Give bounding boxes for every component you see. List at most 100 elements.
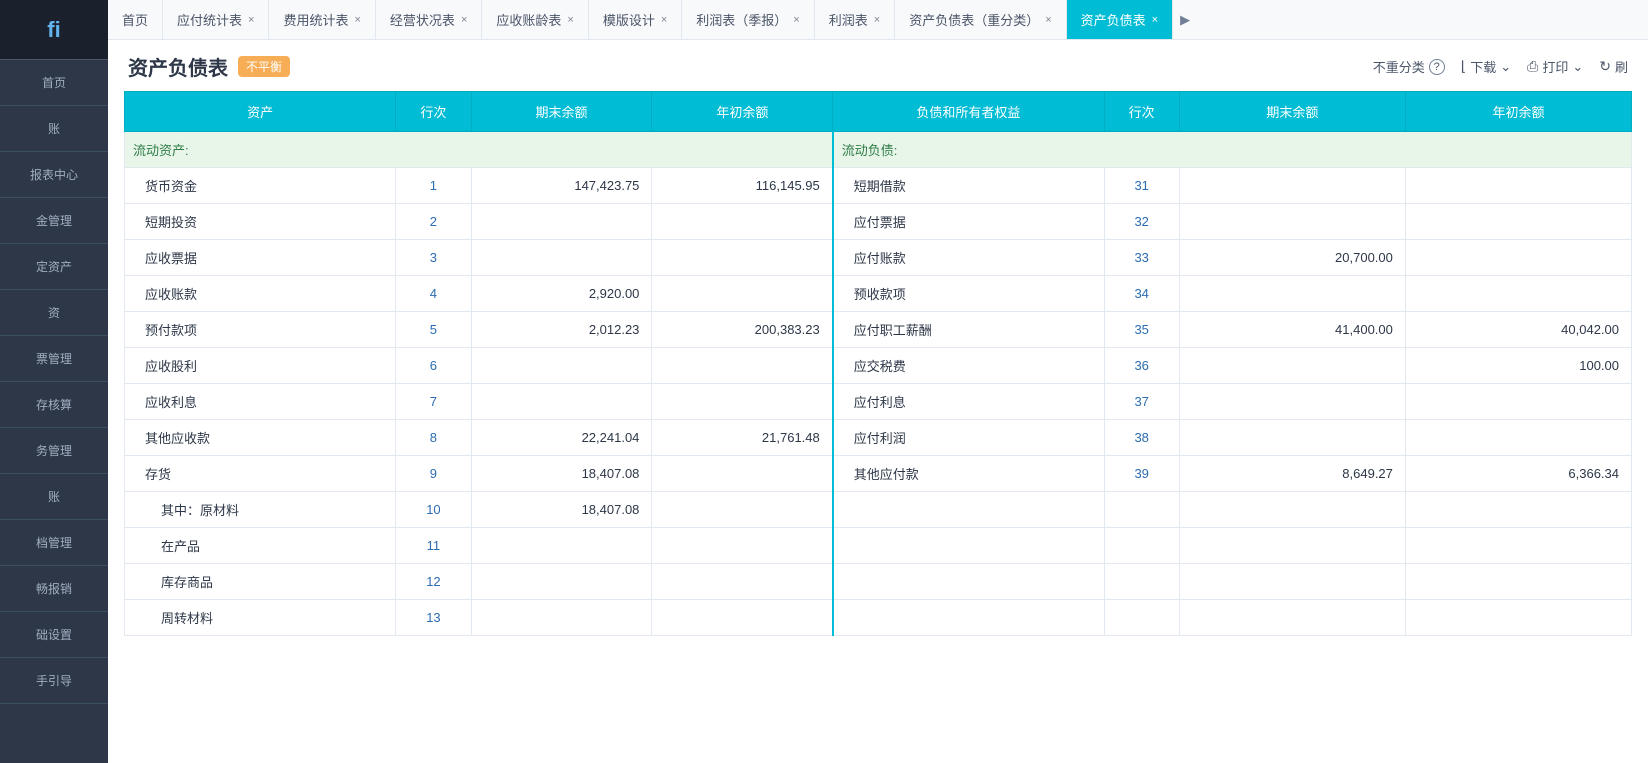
tab-payable-stat[interactable]: 应付统计表 × [163,0,269,40]
tab-expense-stat-close[interactable]: × [354,14,360,26]
tab-balance-reclassified[interactable]: 资产负债表（重分类） × [895,0,1066,40]
page-content: 资产负债表 不平衡 不重分类 ? ⌊ 下载 ⌄ ⎙ 打印 ⌄ [108,40,1648,763]
cell-year-bal [652,528,833,564]
sidebar-item-expense[interactable]: 畅报销 [0,566,108,612]
no-reclassify-action[interactable]: 不重分类 ? [1373,57,1445,76]
help-icon[interactable]: ? [1429,59,1445,75]
table-row: 应收票据 3 应付账款 33 20,700.00 [125,240,1632,276]
cell-row-no2 [1104,600,1179,636]
cell-asset: 在产品 [125,528,396,564]
sidebar-item-ticket-mgmt[interactable]: 票管理 [0,336,108,382]
cell-year-bal [652,348,833,384]
cell-year-bal2 [1405,564,1631,600]
header-actions: 不重分类 ? ⌊ 下载 ⌄ ⎙ 打印 ⌄ ↻ 刷 [1373,57,1628,76]
main-area: 首页 应付统计表 × 费用统计表 × 经营状况表 × 应收账龄表 × 模版设计 … [108,0,1648,763]
tab-template-design[interactable]: 模版设计 × [589,0,682,40]
sidebar-item-fixed-assets[interactable]: 定资产 [0,244,108,290]
cell-end-bal2 [1179,492,1405,528]
th-year-start-balance: 年初余额 [652,92,833,132]
cell-year-bal2 [1405,600,1631,636]
sidebar-item-guide[interactable]: 手引导 [0,658,108,704]
table-row: 在产品 11 [125,528,1632,564]
tab-template-design-close[interactable]: × [661,14,667,26]
cell-year-bal2: 40,042.00 [1405,312,1631,348]
sidebar-item-capital[interactable]: 资 [0,290,108,336]
th-end-balance2: 期末余额 [1179,92,1405,132]
sidebar-item-account[interactable]: 账 [0,106,108,152]
tab-profit[interactable]: 利润表 × [815,0,895,40]
cell-liability [833,564,1104,600]
tab-operations-close[interactable]: × [461,14,467,26]
download-action[interactable]: ⌊ 下载 ⌄ [1461,57,1511,76]
sidebar-item-settings[interactable]: 础设置 [0,612,108,658]
th-end-balance: 期末余额 [471,92,652,132]
table-row: 货币资金 1 147,423.75 116,145.95 短期借款 31 [125,168,1632,204]
tab-receivable-aging[interactable]: 应收账龄表 × [482,0,588,40]
cell-row-no2: 31 [1104,168,1179,204]
tab-profit-close[interactable]: × [874,14,880,26]
tab-expense-stat[interactable]: 费用统计表 × [269,0,375,40]
th-year-start-balance2: 年初余额 [1405,92,1631,132]
print-action[interactable]: ⎙ 打印 ⌄ [1527,57,1583,76]
sidebar: fi 首页 账 报表中心 金管理 定资产 资 票管理 存核算 务管理 账 档管理… [0,0,108,763]
tab-balance-sheet-close[interactable]: × [1152,14,1158,26]
cell-end-bal2: 41,400.00 [1179,312,1405,348]
tab-operations-label: 经营状况表 [390,10,455,29]
tab-balance-sheet[interactable]: 资产负债表 × [1067,0,1173,40]
tab-profit-quarterly[interactable]: 利润表（季报） × [682,0,814,40]
table-row: 预付款项 5 2,012.23 200,383.23 应付职工薪酬 35 41,… [125,312,1632,348]
cell-asset: 周转材料 [125,600,396,636]
cell-end-bal [471,564,652,600]
tab-profit-quarterly-close[interactable]: × [793,14,799,26]
refresh-action[interactable]: ↻ 刷 [1599,57,1628,76]
sidebar-item-home[interactable]: 首页 [0,60,108,106]
refresh-label: 刷 [1615,57,1628,76]
th-row-no2: 行次 [1104,92,1179,132]
table-row: 流动资产: 流动负债: [125,132,1632,168]
sidebar-item-inventory[interactable]: 存核算 [0,382,108,428]
cell-year-bal2 [1405,240,1631,276]
tab-scroll-right[interactable]: ▶ [1173,0,1197,40]
tab-operations[interactable]: 经营状况表 × [376,0,482,40]
cell-row-no2: 39 [1104,456,1179,492]
tab-home[interactable]: 首页 [108,0,163,40]
sidebar-item-archive[interactable]: 档管理 [0,520,108,566]
balance-sheet-table: 资产 行次 期末余额 年初余额 负债和所有者权益 行次 期末余额 年初余额 流动… [124,91,1632,636]
sidebar-item-biz-mgmt[interactable]: 务管理 [0,428,108,474]
cell-end-bal: 18,407.08 [471,456,652,492]
tab-payable-stat-close[interactable]: × [248,14,254,26]
cell-year-bal [652,276,833,312]
cell-end-bal [471,348,652,384]
cell-row-no: 5 [396,312,471,348]
tab-profit-label: 利润表 [829,10,868,29]
cell-end-bal: 147,423.75 [471,168,652,204]
cell-liability: 应付账款 [833,240,1104,276]
sidebar-item-fund-mgmt[interactable]: 金管理 [0,198,108,244]
tab-receivable-aging-close[interactable]: × [567,14,573,26]
cell-row-no2: 35 [1104,312,1179,348]
cell-asset: 应收股利 [125,348,396,384]
cell-asset: 其他应收款 [125,420,396,456]
cell-end-bal2: 8,649.27 [1179,456,1405,492]
tab-balance-sheet-label: 资产负债表 [1081,10,1146,29]
cell-year-bal: 116,145.95 [652,168,833,204]
cell-year-bal: 21,761.48 [652,420,833,456]
print-label: 打印 [1542,57,1568,76]
table-row: 其他应收款 8 22,241.04 21,761.48 应付利润 38 [125,420,1632,456]
tab-balance-reclassified-close[interactable]: × [1045,14,1051,26]
sidebar-item-ledger[interactable]: 账 [0,474,108,520]
cell-end-bal [471,240,652,276]
cell-row-no: 9 [396,456,471,492]
cell-liability: 应付票据 [833,204,1104,240]
cell-year-bal2 [1405,384,1631,420]
print-chevron-icon: ⌄ [1572,59,1583,75]
cell-year-bal [652,564,833,600]
cell-asset: 其中：原材料 [125,492,396,528]
no-reclassify-label: 不重分类 [1373,57,1425,76]
sidebar-item-report-center[interactable]: 报表中心 [0,152,108,198]
tab-expense-stat-label: 费用统计表 [283,10,348,29]
table-row: 应收股利 6 应交税费 36 100.00 [125,348,1632,384]
cell-end-bal: 22,241.04 [471,420,652,456]
tab-payable-stat-label: 应付统计表 [177,10,242,29]
cell-row-no: 13 [396,600,471,636]
